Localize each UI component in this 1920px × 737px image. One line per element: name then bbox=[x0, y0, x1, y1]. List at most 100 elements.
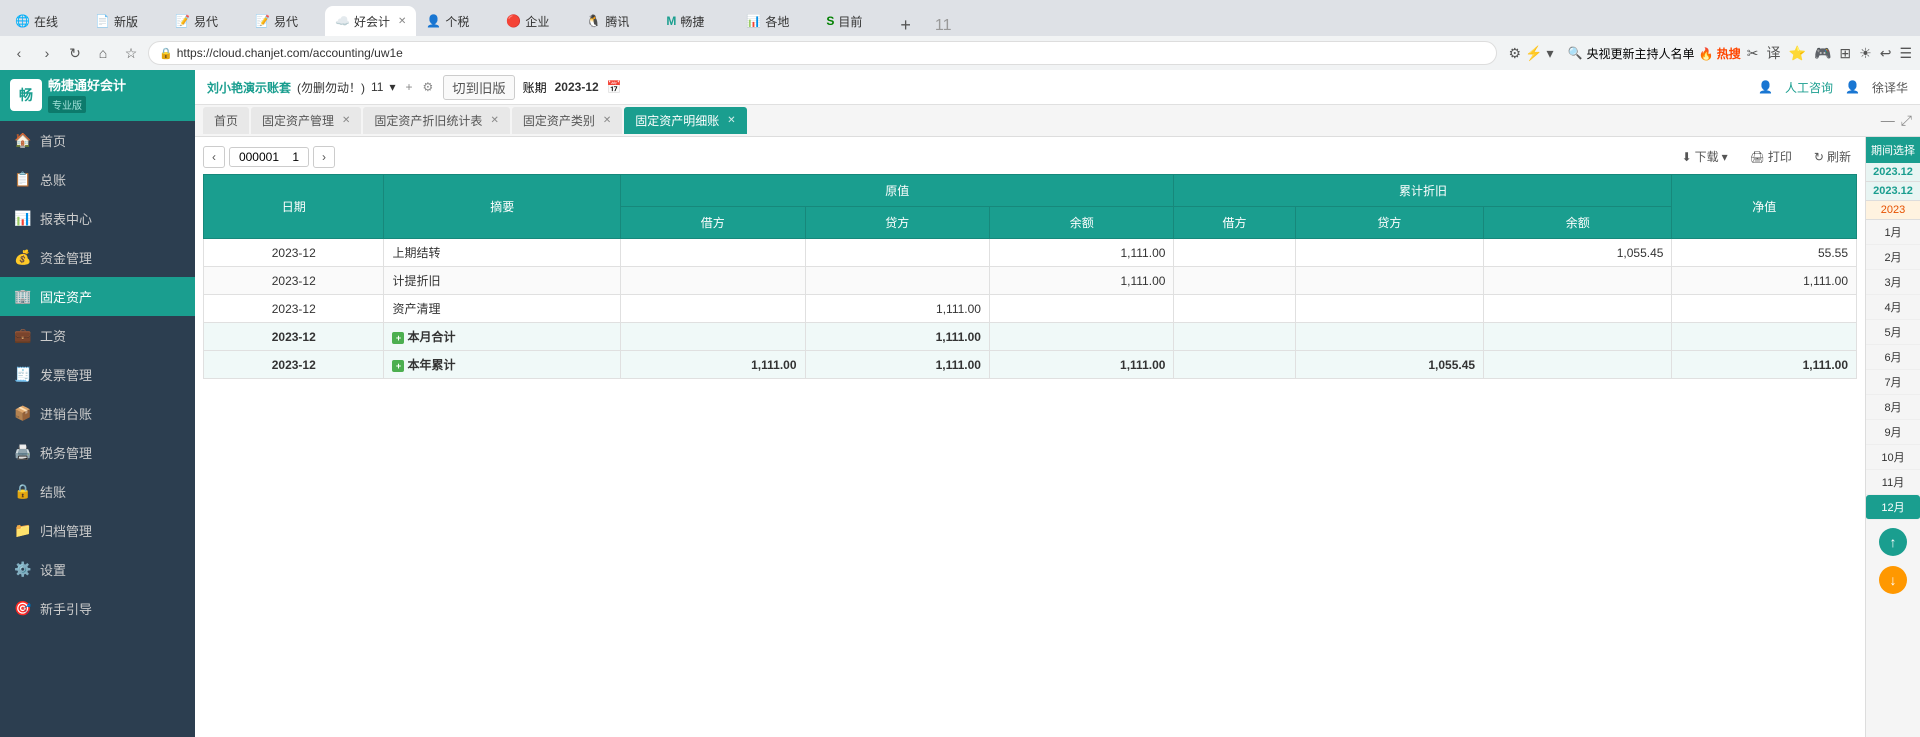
sidebar-item-settings[interactable]: ⚙️ 设置 bbox=[0, 550, 195, 589]
bookmark-button[interactable]: ☆ bbox=[120, 42, 142, 64]
sidebar-item-payroll[interactable]: 💼 工资 bbox=[0, 316, 195, 355]
search-icon: 🔍 bbox=[1568, 46, 1583, 60]
page-tab-asset-categories[interactable]: 固定资产类别 ✕ bbox=[512, 107, 622, 134]
cell-orig-credit: 1,111.00 bbox=[805, 351, 989, 379]
sidebar-label-closing: 结账 bbox=[40, 482, 66, 501]
period-month-7[interactable]: 7月 bbox=[1866, 370, 1920, 395]
tab-favicon: 🌐 bbox=[15, 14, 30, 28]
period-month-8[interactable]: 8月 bbox=[1866, 395, 1920, 420]
period-year[interactable]: 2023 bbox=[1866, 201, 1920, 220]
star-icon[interactable]: ⭐ bbox=[1789, 45, 1806, 62]
period-month-4[interactable]: 4月 bbox=[1866, 295, 1920, 320]
support-label[interactable]: 人工咨询 bbox=[1785, 79, 1833, 96]
tab-actions: + 11 bbox=[900, 15, 951, 36]
cell-accum-balance: 1,055.45 bbox=[1484, 239, 1672, 267]
sidebar-item-tax[interactable]: 🖨️ 税务管理 bbox=[0, 433, 195, 472]
scissors-icon[interactable]: ✂ bbox=[1747, 45, 1759, 62]
sun-icon[interactable]: ☀ bbox=[1859, 45, 1872, 62]
prev-asset-button[interactable]: ‹ bbox=[203, 146, 225, 168]
period-month-5[interactable]: 5月 bbox=[1866, 320, 1920, 345]
period-scroll-up-icon[interactable]: ↑ bbox=[1879, 528, 1907, 556]
undo-icon[interactable]: ↩ bbox=[1880, 45, 1892, 62]
tab-tengxun[interactable]: 🐧 腾讯 bbox=[576, 6, 656, 36]
sidebar-item-guide[interactable]: 🎯 新手引导 bbox=[0, 589, 195, 628]
new-tab-button[interactable]: + bbox=[900, 15, 911, 36]
sidebar-item-fixed-assets[interactable]: 🏢 固定资产 bbox=[0, 277, 195, 316]
period-month-1[interactable]: 1月 bbox=[1866, 220, 1920, 245]
cell-net-value: 55.55 bbox=[1672, 239, 1857, 267]
home-button[interactable]: ⌂ bbox=[92, 42, 114, 64]
dropdown-icon[interactable]: ▾ bbox=[1547, 45, 1554, 62]
download-button[interactable]: ⬇ 下载 ▾ bbox=[1676, 145, 1734, 168]
page-tab-close-detail[interactable]: ✕ bbox=[727, 115, 735, 126]
period-month-12[interactable]: 12月 bbox=[1866, 495, 1920, 520]
period-month-9[interactable]: 9月 bbox=[1866, 420, 1920, 445]
tab-close-icon[interactable]: ✕ bbox=[398, 16, 406, 27]
account-count: 11 bbox=[371, 80, 383, 94]
page-tab-depreciation-stats[interactable]: 固定资产折旧统计表 ✕ bbox=[363, 107, 509, 134]
period-selected-start[interactable]: 2023.12 bbox=[1866, 163, 1920, 182]
period-scroll-down-icon[interactable]: ↓ bbox=[1879, 566, 1907, 594]
period-month-6[interactable]: 6月 bbox=[1866, 345, 1920, 370]
page-tab-close-depreciation[interactable]: ✕ bbox=[490, 115, 498, 126]
sidebar-item-invoice[interactable]: 🧾 发票管理 bbox=[0, 355, 195, 394]
sidebar-item-general-ledger[interactable]: 📋 总账 bbox=[0, 160, 195, 199]
sidebar-item-funds[interactable]: 💰 资金管理 bbox=[0, 238, 195, 277]
print-icon: 🖨 bbox=[1750, 150, 1765, 164]
tab-haokuai[interactable]: ☁️ 好会计 ✕ bbox=[325, 6, 416, 36]
tab-qiye[interactable]: 🔴 企业 bbox=[496, 6, 576, 36]
tab-label: 个税 bbox=[445, 13, 469, 30]
dropdown-arrow-icon[interactable]: ▾ bbox=[389, 80, 395, 94]
cell-date: 2023-12 bbox=[204, 323, 384, 351]
period-month-11[interactable]: 11月 bbox=[1866, 470, 1920, 495]
tab-muqian[interactable]: S 目前 bbox=[816, 6, 896, 36]
asset-id-text: 000001 bbox=[239, 150, 279, 164]
next-asset-button[interactable]: › bbox=[313, 146, 335, 168]
grid-icon[interactable]: ⊞ bbox=[1839, 45, 1851, 62]
tab-online[interactable]: 🌐 在线 bbox=[5, 6, 85, 36]
reload-button[interactable]: ↻ bbox=[64, 42, 86, 64]
period-month-3[interactable]: 3月 bbox=[1866, 270, 1920, 295]
print-button[interactable]: 🖨 打印 bbox=[1744, 145, 1798, 168]
tab-geshui[interactable]: 👤 个税 bbox=[416, 6, 496, 36]
game-icon[interactable]: 🎮 bbox=[1814, 45, 1831, 62]
tab-yidai1[interactable]: 📝 易代 bbox=[165, 6, 245, 36]
sidebar-item-purchase-sales[interactable]: 📦 进销台账 bbox=[0, 394, 195, 433]
expand-icon[interactable]: ⤢ bbox=[1901, 112, 1912, 129]
page-tab-fixed-assets-mgmt[interactable]: 固定资产管理 ✕ bbox=[251, 107, 361, 134]
switch-version-button[interactable]: 切到旧版 bbox=[443, 75, 514, 100]
lightning-icon[interactable]: ⚡ bbox=[1525, 45, 1542, 62]
forward-button[interactable]: › bbox=[36, 42, 58, 64]
settings-account-button[interactable]: ⚙ bbox=[423, 80, 434, 94]
tab-changjie[interactable]: M 畅捷 bbox=[656, 6, 736, 36]
page-tab-close-categories[interactable]: ✕ bbox=[603, 115, 611, 126]
calendar-icon[interactable]: 📅 bbox=[607, 80, 622, 94]
page-tab-home[interactable]: 首页 bbox=[203, 107, 249, 134]
sidebar-header: 畅 畅捷通好会计 专业版 bbox=[0, 70, 195, 121]
page-tab-close-fixed-assets[interactable]: ✕ bbox=[342, 115, 350, 126]
sidebar-item-reports[interactable]: 📊 报表中心 bbox=[0, 199, 195, 238]
sidebar-item-archive[interactable]: 📁 归档管理 bbox=[0, 511, 195, 550]
period-month-10[interactable]: 10月 bbox=[1866, 445, 1920, 470]
tab-yidai2[interactable]: 📝 易代 bbox=[245, 6, 325, 36]
add-account-button[interactable]: + bbox=[406, 80, 413, 94]
hot-search-label[interactable]: 🔥 热搜 bbox=[1699, 45, 1741, 62]
period-selected-end[interactable]: 2023.12 bbox=[1866, 182, 1920, 201]
back-button[interactable]: ‹ bbox=[8, 42, 30, 64]
content-area: ‹ 000001 1 › ⬇ 下载 ▾ bbox=[195, 137, 1920, 737]
period-month-2[interactable]: 2月 bbox=[1866, 245, 1920, 270]
menu-icon[interactable]: ☰ bbox=[1899, 45, 1912, 62]
sidebar-item-closing[interactable]: 🔒 结账 bbox=[0, 472, 195, 511]
sidebar-item-home[interactable]: 🏠 首页 bbox=[0, 121, 195, 160]
tab-new[interactable]: 📄 新版 bbox=[85, 6, 165, 36]
translate-icon[interactable]: 译 bbox=[1767, 43, 1781, 63]
period-header[interactable]: 期间选择 bbox=[1866, 137, 1920, 163]
tab-gedi[interactable]: 📊 各地 bbox=[736, 6, 816, 36]
collapse-icon[interactable]: — bbox=[1881, 112, 1895, 129]
page-tab-detail-ledger[interactable]: 固定资产明细账 ✕ bbox=[624, 107, 746, 134]
settings-icon[interactable]: ⚙ bbox=[1509, 45, 1522, 62]
period-value: 2023-12 bbox=[555, 80, 599, 94]
cell-date: 2023-12 bbox=[204, 239, 384, 267]
address-bar[interactable]: 🔒 https://cloud.chanjet.com/accounting/u… bbox=[148, 41, 1497, 65]
refresh-button[interactable]: ↻ 刷新 bbox=[1808, 145, 1857, 168]
